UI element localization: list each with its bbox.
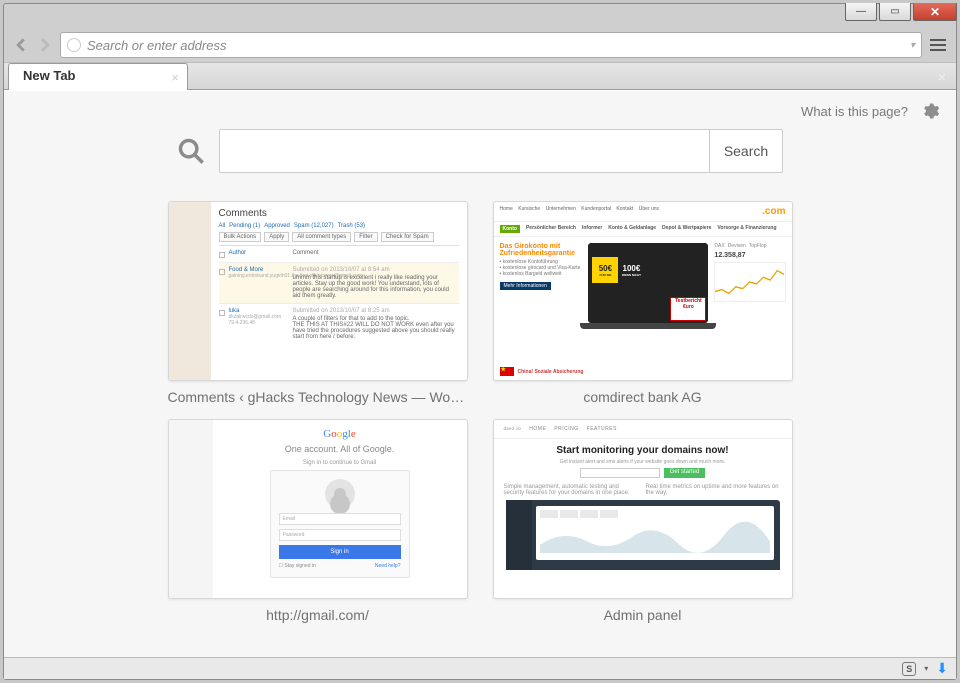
search-button[interactable]: Search [709, 129, 783, 173]
globe-icon [67, 38, 81, 52]
status-s-icon[interactable]: S [902, 662, 916, 676]
tab-close-icon[interactable]: × [171, 70, 179, 85]
search-input[interactable] [219, 129, 709, 173]
address-dropdown-icon[interactable]: ▾ [910, 40, 915, 51]
status-dropdown-icon[interactable]: ▾ [924, 664, 928, 673]
nav-forward-button[interactable] [34, 34, 56, 56]
address-bar[interactable]: Search or enter address ▾ [60, 32, 922, 58]
gear-icon[interactable] [920, 101, 940, 121]
top-site-tile[interactable]: deez.io HOME PRICING FEATURES Start moni… [491, 419, 794, 623]
help-link[interactable]: What is this page? [801, 104, 908, 119]
download-icon[interactable]: ⬇ [936, 660, 948, 677]
nav-back-button[interactable] [10, 34, 32, 56]
google-logo: Google [323, 428, 355, 440]
browser-toolbar: Search or enter address ▾ [4, 28, 956, 62]
tab-label: New Tab [23, 68, 76, 83]
menu-button[interactable] [926, 33, 950, 57]
tile-label: http://gmail.com/ [168, 607, 468, 623]
tile-label: Admin panel [493, 607, 793, 623]
tab-strip: New Tab × × [4, 62, 956, 90]
search-icon [177, 137, 205, 165]
top-site-tile[interactable]: Google One account. All of Google. Sign … [166, 419, 469, 623]
new-tab-page: What is this page? Search Comments [4, 90, 956, 657]
top-site-tile[interactable]: Home Kursische Unternehmen Kundenportal … [491, 201, 794, 405]
tile-label: Comments ‹ gHacks Technology News — Word… [168, 389, 468, 405]
browser-window: — ▭ ✕ Search or enter address ▾ New Tab … [3, 3, 957, 680]
address-placeholder: Search or enter address [87, 38, 226, 53]
tile-thumbnail: Comments All Pending (1) Approved Spam (… [168, 201, 468, 381]
tile-thumbnail: deez.io HOME PRICING FEATURES Start moni… [493, 419, 793, 599]
tile-thumbnail: Home Kursische Unternehmen Kundenportal … [493, 201, 793, 381]
window-titlebar: — ▭ ✕ [4, 4, 956, 28]
tabstrip-close-icon[interactable]: × [938, 69, 946, 85]
avatar-icon [325, 479, 355, 509]
top-sites-grid: Comments All Pending (1) Approved Spam (… [166, 201, 794, 623]
top-site-tile[interactable]: Comments All Pending (1) Approved Spam (… [166, 201, 469, 405]
window-close-button[interactable]: ✕ [913, 3, 957, 21]
tile-label: comdirect bank AG [493, 389, 793, 405]
tile-thumbnail: Google One account. All of Google. Sign … [168, 419, 468, 599]
window-maximize-button[interactable]: ▭ [879, 3, 911, 21]
tab-new-tab[interactable]: New Tab × [8, 63, 188, 90]
status-bar: S ▾ ⬇ [4, 657, 956, 679]
window-minimize-button[interactable]: — [845, 3, 877, 21]
